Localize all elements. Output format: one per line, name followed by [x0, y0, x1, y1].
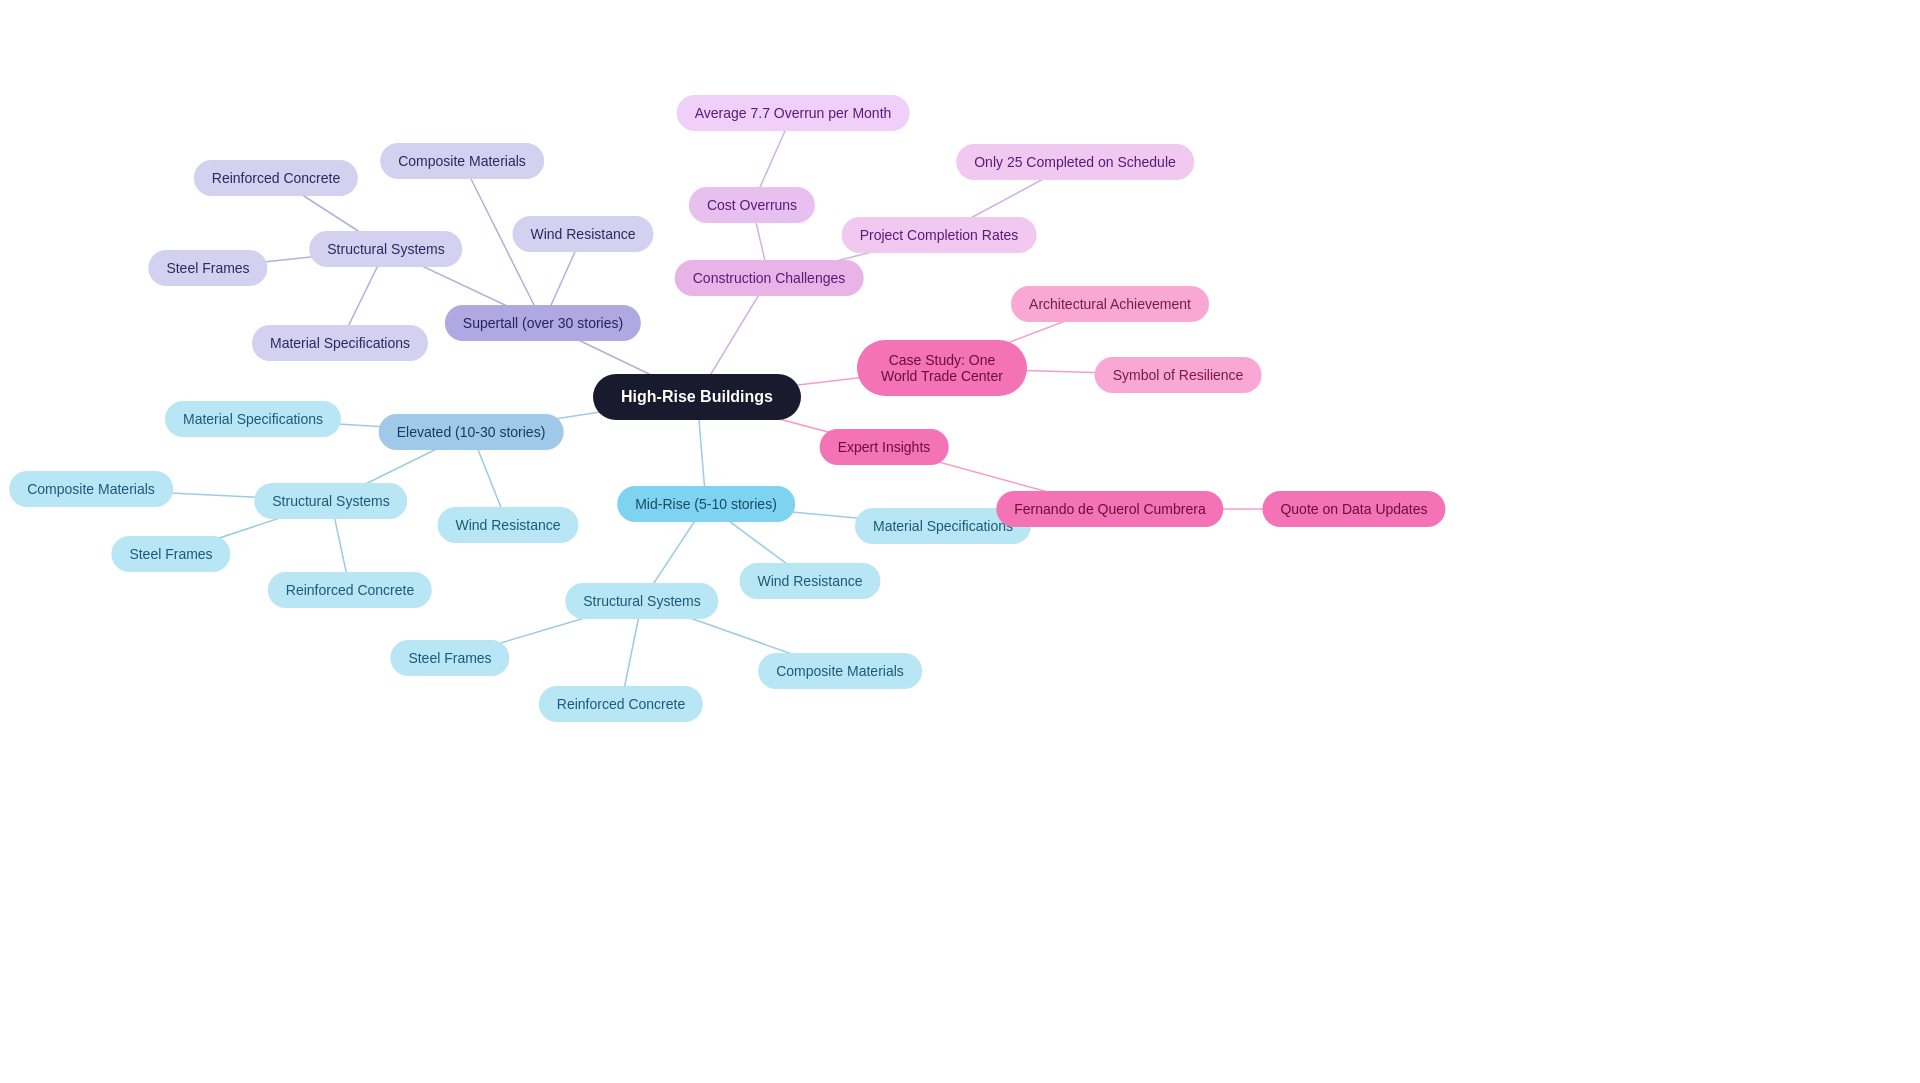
node-cost-overruns[interactable]: Cost Overruns: [689, 187, 815, 223]
node-sup-windresist[interactable]: Wind Resistance: [512, 216, 653, 252]
node-fernando[interactable]: Fernando de Querol Cumbrera: [996, 491, 1223, 527]
node-midrise[interactable]: Mid-Rise (5-10 stories): [617, 486, 795, 522]
node-project-completion[interactable]: Project Completion Rates: [842, 217, 1037, 253]
node-arch-achievement[interactable]: Architectural Achievement: [1011, 286, 1209, 322]
node-construction[interactable]: Construction Challenges: [675, 260, 864, 296]
node-elev-structural[interactable]: Structural Systems: [254, 483, 407, 519]
node-supertall[interactable]: Supertall (over 30 stories): [445, 305, 641, 341]
node-only25[interactable]: Only 25 Completed on Schedule: [956, 144, 1194, 180]
node-sup-composite[interactable]: Composite Materials: [380, 143, 544, 179]
node-mid-structural[interactable]: Structural Systems: [565, 583, 718, 619]
node-sup-structural[interactable]: Structural Systems: [309, 231, 462, 267]
mind-map: High-Rise Buildings Supertall (over 30 st…: [0, 0, 1920, 1083]
node-quote[interactable]: Quote on Data Updates: [1262, 491, 1445, 527]
node-elevated[interactable]: Elevated (10-30 stories): [379, 414, 564, 450]
node-casestudy[interactable]: Case Study: One World Trade Center: [857, 340, 1027, 396]
node-elev-composite[interactable]: Composite Materials: [9, 471, 173, 507]
node-mid-windresist[interactable]: Wind Resistance: [739, 563, 880, 599]
node-mid-composite[interactable]: Composite Materials: [758, 653, 922, 689]
node-elev-reinf[interactable]: Reinforced Concrete: [268, 572, 432, 608]
node-elev-steel[interactable]: Steel Frames: [111, 536, 230, 572]
node-mid-reinf[interactable]: Reinforced Concrete: [539, 686, 703, 722]
node-sup-reinf[interactable]: Reinforced Concrete: [194, 160, 358, 196]
node-mid-steel[interactable]: Steel Frames: [390, 640, 509, 676]
node-sup-steel[interactable]: Steel Frames: [148, 250, 267, 286]
node-elev-matspec[interactable]: Material Specifications: [165, 401, 341, 437]
node-elev-windresist[interactable]: Wind Resistance: [437, 507, 578, 543]
node-avg-overrun[interactable]: Average 7.7 Overrun per Month: [677, 95, 910, 131]
node-sup-matspec[interactable]: Material Specifications: [252, 325, 428, 361]
node-center[interactable]: High-Rise Buildings: [593, 374, 801, 420]
node-symbol[interactable]: Symbol of Resilience: [1095, 357, 1262, 393]
node-expertinsights[interactable]: Expert Insights: [820, 429, 949, 465]
